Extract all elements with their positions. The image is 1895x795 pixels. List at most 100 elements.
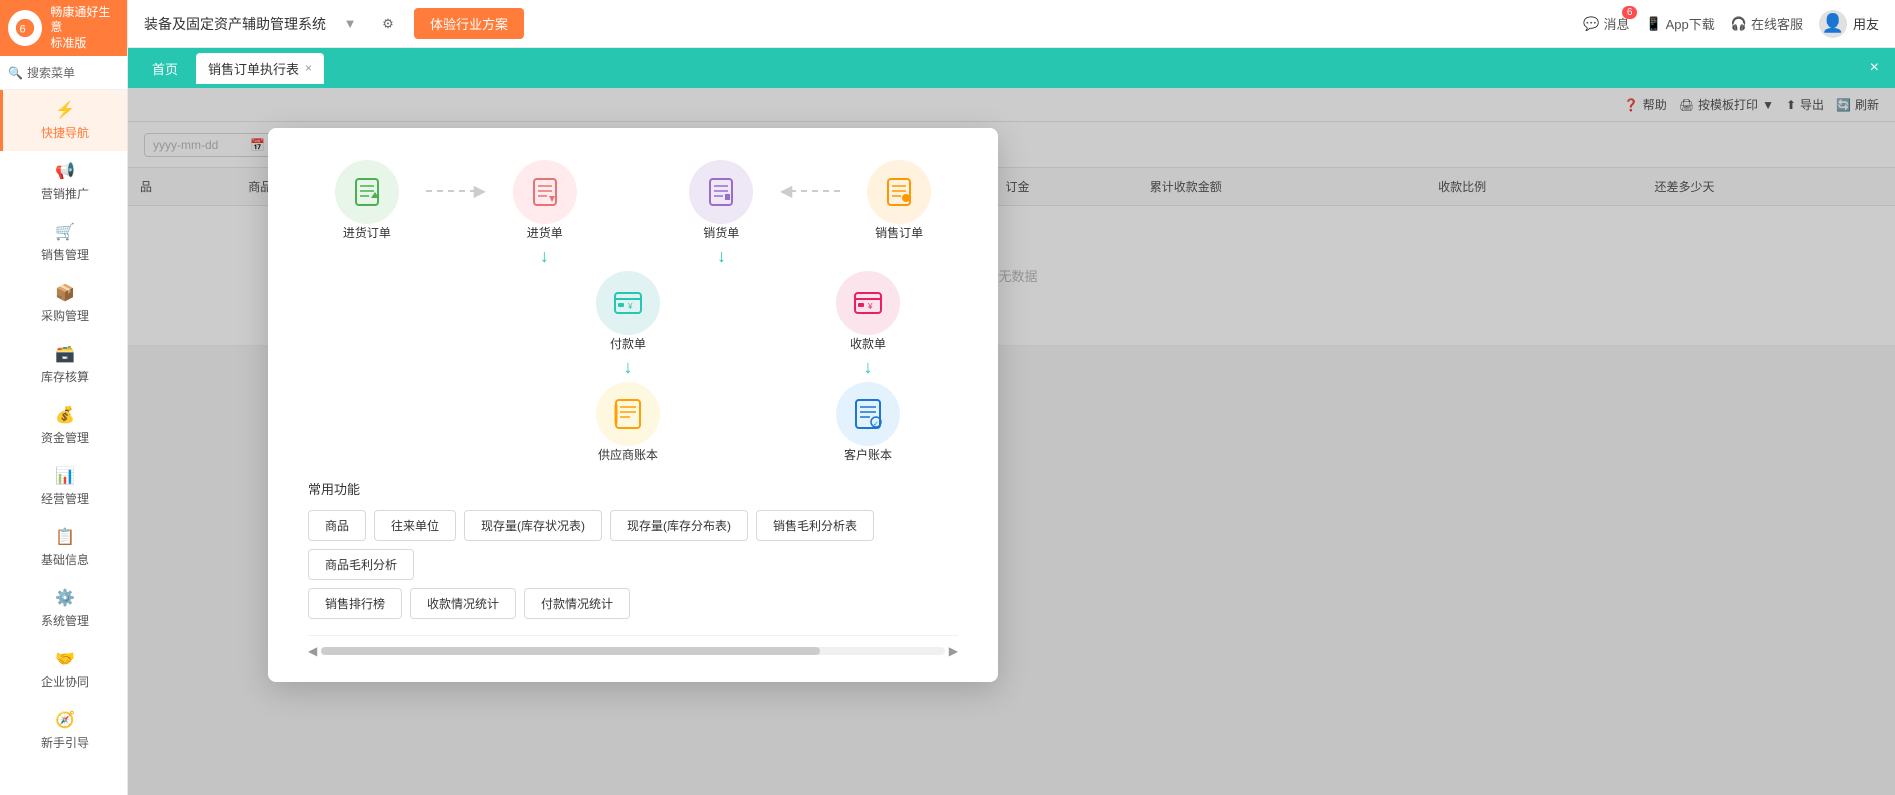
sidebar-logo: 6 畅康通好生意 标准版 — [0, 0, 127, 56]
download-icon: 📱 — [1645, 16, 1661, 32]
trial-btn[interactable]: 体验行业方案 — [414, 8, 524, 39]
operations-icon: 📊 — [55, 466, 75, 486]
nav-cell-receipt: ¥ 收款单 — [788, 271, 948, 352]
avatar: 👤 — [1819, 10, 1847, 38]
system-dropdown-btn[interactable]: ▼ — [338, 12, 362, 36]
scrollbar-track[interactable] — [321, 647, 945, 655]
sidebar-item-enterprise[interactable]: 🤝 企业协同 — [0, 639, 127, 700]
common-functions: 常用功能 商品 往来单位 现存量(库存状况表) 现存量(库存分布表) 销售毛利分… — [308, 479, 958, 619]
supplier-ledger-label: 供应商账本 — [598, 446, 658, 463]
supplier-ledger-circle[interactable] — [596, 382, 660, 446]
sidebar-nav: ⚡ 快捷导航 📢 营销推广 🛒 销售管理 📦 采购管理 🗃️ 库存核算 💰 — [0, 90, 127, 795]
func-btn-payment-stats[interactable]: 付款情况统计 — [524, 588, 630, 619]
sidebar-search[interactable]: 🔍 搜索菜单 — [0, 56, 127, 90]
service-icon: 🎧 — [1731, 16, 1747, 32]
sales-bill-circle[interactable] — [689, 160, 753, 224]
sidebar-item-beginner[interactable]: 🧭 新手引导 — [0, 700, 127, 761]
payment-circle[interactable]: ¥ — [596, 271, 660, 335]
purchase-order-label: 进货订单 — [343, 224, 391, 241]
tabbar: 首页 销售订单执行表 × × — [128, 48, 1895, 88]
svg-text:✓: ✓ — [873, 421, 879, 428]
enterprise-icon: 🤝 — [55, 649, 75, 669]
finance-icon: 💰 — [55, 405, 75, 425]
message-icon: 💬 — [1583, 16, 1599, 32]
settings-btn[interactable]: ⚙ — [374, 10, 402, 38]
func-buttons-row2: 销售排行榜 收款情况统计 付款情况统计 — [308, 588, 958, 619]
base-info-icon: 📋 — [55, 527, 75, 547]
func-btn-sales-rank[interactable]: 销售排行榜 — [308, 588, 402, 619]
nav-cell-supplier-ledger: 供应商账本 — [548, 382, 708, 463]
beginner-icon: 🧭 — [55, 710, 75, 730]
nav-cell-sales-bill: 销货单 — [662, 160, 780, 241]
func-buttons-row1: 商品 往来单位 现存量(库存状况表) 现存量(库存分布表) 销售毛利分析表 商品… — [308, 510, 958, 580]
tab-home[interactable]: 首页 — [136, 53, 194, 84]
app-download-btn[interactable]: 📱 App下载 — [1645, 14, 1714, 33]
func-btn-partners[interactable]: 往来单位 — [374, 510, 456, 541]
user-name: 用友 — [1853, 14, 1879, 33]
quick-nav-icon: ⚡ — [55, 100, 75, 120]
sales-order-label: 销售订单 — [875, 224, 923, 241]
sidebar-item-purchase[interactable]: 📦 采购管理 — [0, 273, 127, 334]
marketing-icon: 📢 — [55, 161, 75, 181]
search-icon: 🔍 — [8, 66, 23, 80]
sidebar-item-finance[interactable]: 💰 资金管理 — [0, 395, 127, 456]
func-btn-sales-profit[interactable]: 销售毛利分析表 — [756, 510, 874, 541]
sidebar-item-base-info[interactable]: 📋 基础信息 — [0, 517, 127, 578]
receipt-circle[interactable]: ¥ — [836, 271, 900, 335]
dialog-scrollbar: ◀ ▶ — [308, 635, 958, 658]
sales-bill-label: 销货单 — [703, 224, 739, 241]
scroll-right-btn[interactable]: ▶ — [949, 644, 958, 658]
purchase-icon: 📦 — [55, 283, 75, 303]
func-btn-stock-status[interactable]: 现存量(库存状况表) — [464, 510, 602, 541]
nav-cell-sales-order: 销售订单 — [840, 160, 958, 241]
receipt-label: 收款单 — [850, 335, 886, 352]
func-btn-goods-profit[interactable]: 商品毛利分析 — [308, 549, 414, 580]
payment-label: 付款单 — [610, 335, 646, 352]
customer-ledger-label: 客户账本 — [844, 446, 892, 463]
common-functions-title: 常用功能 — [308, 479, 958, 498]
func-btn-stock-dist[interactable]: 现存量(库存分布表) — [610, 510, 748, 541]
scroll-left-btn[interactable]: ◀ — [308, 644, 317, 658]
sidebar: 6 畅康通好生意 标准版 🔍 搜索菜单 ⚡ 快捷导航 📢 营销推广 🛒 销售管理 — [0, 0, 128, 795]
sidebar-item-inventory[interactable]: 🗃️ 库存核算 — [0, 334, 127, 395]
nav-cell-purchase-order: 进货订单 — [308, 160, 426, 241]
svg-text:6: 6 — [20, 24, 26, 36]
purchase-bill-circle[interactable] — [513, 160, 577, 224]
tab-sales-order-execution[interactable]: 销售订单执行表 × — [196, 53, 324, 84]
message-badge: 6 — [1622, 6, 1638, 19]
func-btn-receipt-stats[interactable]: 收款情况统计 — [410, 588, 516, 619]
main-area: 装备及固定资产辅助管理系统 ▼ ⚙ 体验行业方案 💬 消息 6 📱 App下载 … — [128, 0, 1895, 795]
svg-text:¥: ¥ — [627, 302, 633, 311]
sidebar-item-sales[interactable]: 🛒 销售管理 — [0, 212, 127, 273]
nav-cell-purchase-bill: 进货单 — [486, 160, 604, 241]
sidebar-logo-text: 畅康通好生意 标准版 — [50, 5, 119, 52]
sales-icon: 🛒 — [55, 222, 75, 242]
sales-order-circle[interactable] — [867, 160, 931, 224]
scrollbar-thumb[interactable] — [321, 647, 820, 655]
purchase-order-circle[interactable] — [335, 160, 399, 224]
func-btn-goods[interactable]: 商品 — [308, 510, 366, 541]
tab-close-btn[interactable]: × — [305, 61, 312, 75]
quick-nav-dialog: 进货订单 ▶ 进 — [268, 128, 998, 682]
svg-text:¥: ¥ — [867, 302, 873, 311]
customer-ledger-circle[interactable]: ✓ — [836, 382, 900, 446]
user-area[interactable]: 👤 用友 — [1819, 10, 1879, 38]
sidebar-item-quick-nav[interactable]: ⚡ 快捷导航 — [0, 90, 127, 151]
tab-close-all-btn[interactable]: × — [1862, 59, 1887, 77]
nav-cell-payment: ¥ 付款单 — [548, 271, 708, 352]
content-area: ❓ 帮助 🖨 按模板打印 ▼ ⬆ 导出 🔄 刷新 — [128, 88, 1895, 795]
online-service-btn[interactable]: 🎧 在线客服 — [1731, 14, 1803, 33]
topbar: 装备及固定资产辅助管理系统 ▼ ⚙ 体验行业方案 💬 消息 6 📱 App下载 … — [128, 0, 1895, 48]
purchase-bill-label: 进货单 — [527, 224, 563, 241]
system-icon: ⚙️ — [55, 588, 75, 608]
topbar-actions: 💬 消息 6 📱 App下载 🎧 在线客服 👤 用友 — [1583, 10, 1879, 38]
sidebar-item-marketing[interactable]: 📢 营销推广 — [0, 151, 127, 212]
sidebar-item-operations[interactable]: 📊 经营管理 — [0, 456, 127, 517]
message-btn[interactable]: 💬 消息 6 — [1583, 14, 1629, 33]
inventory-icon: 🗃️ — [55, 344, 75, 364]
sidebar-item-system[interactable]: ⚙️ 系统管理 — [0, 578, 127, 639]
overlay-backdrop[interactable]: 进货订单 ▶ 进 — [128, 88, 1895, 795]
system-name: 装备及固定资产辅助管理系统 — [144, 14, 326, 34]
app-logo-icon: 6 — [8, 10, 42, 46]
nav-cell-customer-ledger: ✓ 客户账本 — [788, 382, 948, 463]
